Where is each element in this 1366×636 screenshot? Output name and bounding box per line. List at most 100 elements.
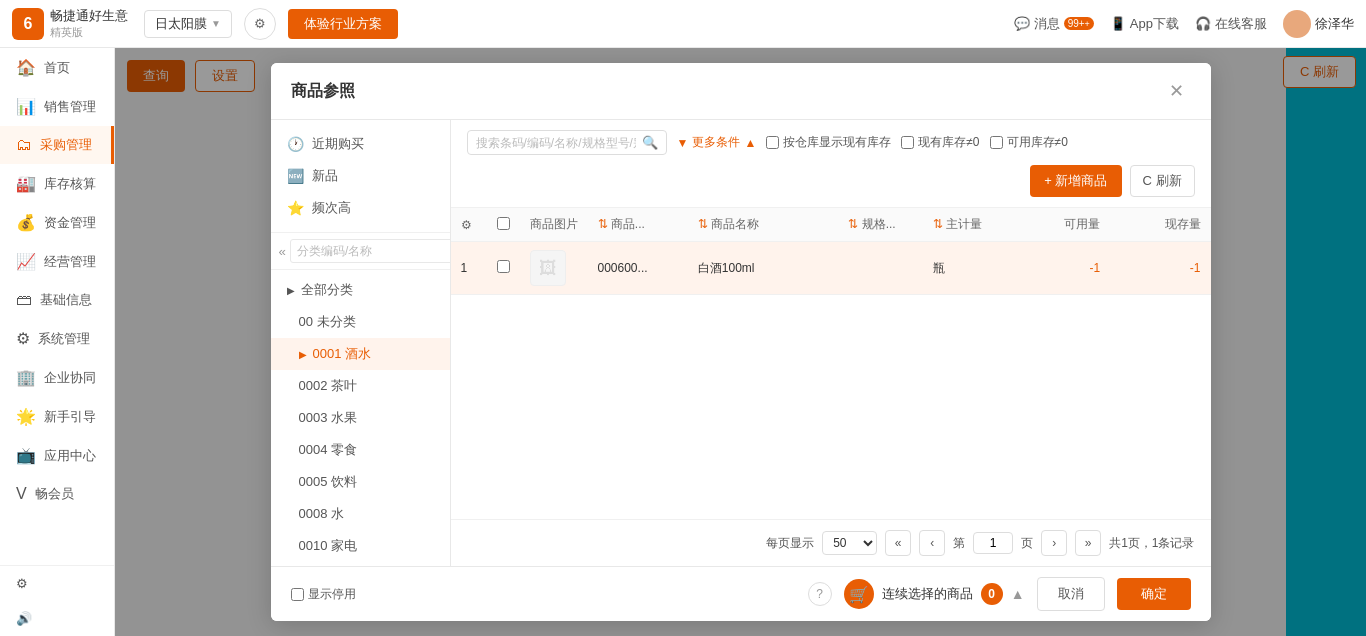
category-search-input[interactable] bbox=[297, 244, 447, 258]
col-code-sort-icon: ⇅ bbox=[598, 217, 608, 231]
page-of-label: 第 bbox=[953, 535, 965, 552]
content-area: 查询 设置 C 刷新 商品参照 ✕ bbox=[115, 48, 1366, 636]
sidebar-item-0[interactable]: 🏠首页 bbox=[0, 48, 114, 87]
frequent-item[interactable]: ⭐ 频次高 bbox=[271, 192, 450, 224]
modal-close-button[interactable]: ✕ bbox=[1163, 77, 1191, 105]
user-profile[interactable]: 徐泽华 bbox=[1283, 10, 1354, 38]
help-icon[interactable]: ? bbox=[808, 582, 832, 606]
product-table: ⚙ 商品图片 bbox=[451, 208, 1211, 295]
sidebar-label-3: 库存核算 bbox=[44, 175, 96, 193]
checkbox-warehouse[interactable] bbox=[766, 136, 779, 149]
category-item-8[interactable]: 0010 家电 bbox=[271, 530, 450, 562]
store-selector[interactable]: 日太阳膜 ▼ bbox=[144, 10, 232, 38]
sidebar-item-1[interactable]: 📊销售管理 bbox=[0, 87, 114, 126]
sidebar-icon-6: 🗃 bbox=[16, 291, 32, 309]
category-item-1[interactable]: 00 未分类 bbox=[271, 306, 450, 338]
checkbox-available[interactable] bbox=[901, 136, 914, 149]
sidebar-item-8[interactable]: 🏢企业协同 bbox=[0, 358, 114, 397]
category-item-6[interactable]: 0005 饮料 bbox=[271, 466, 450, 498]
col-name-label: 商品名称 bbox=[711, 217, 759, 231]
category-item-0[interactable]: ▶全部分类 bbox=[271, 274, 450, 306]
product-search-icon[interactable]: 🔍 bbox=[642, 135, 658, 150]
add-product-button[interactable]: + 新增商品 bbox=[1030, 165, 1121, 197]
sidebar-item-9[interactable]: 🌟新手引导 bbox=[0, 397, 114, 436]
category-item-3[interactable]: 0002 茶叶 bbox=[271, 370, 450, 402]
sidebar-item-3[interactable]: 🏭 库存核算 bbox=[0, 164, 114, 203]
checkbox-available-label[interactable]: 现有库存≠0 bbox=[901, 134, 979, 151]
new-product-item[interactable]: 🆕 新品 bbox=[271, 160, 450, 192]
sidebar-item-2[interactable]: 🗂采购管理 bbox=[0, 126, 114, 164]
star-icon: ⭐ bbox=[287, 200, 304, 216]
select-all-checkbox[interactable] bbox=[497, 217, 510, 230]
page-first-button[interactable]: « bbox=[885, 530, 911, 556]
product-table-wrapper: ⚙ 商品图片 bbox=[451, 208, 1211, 519]
row-checkbox-0[interactable] bbox=[497, 260, 510, 273]
page-next-button[interactable]: › bbox=[1041, 530, 1067, 556]
cart-icon-button[interactable]: 🛒 bbox=[844, 579, 874, 609]
page-size-label: 每页显示 bbox=[766, 535, 814, 552]
filter-more-button[interactable]: ▼ 更多条件 ▲ bbox=[677, 134, 757, 151]
sidebar-item-6[interactable]: 🗃基础信息 bbox=[0, 281, 114, 319]
category-item-4[interactable]: 0003 水果 bbox=[271, 402, 450, 434]
product-search-box: 🔍 bbox=[467, 130, 667, 155]
sidebar-icon-1: 📊 bbox=[16, 97, 36, 116]
show-disabled-text: 显示停用 bbox=[308, 586, 356, 603]
sidebar-icon-3: 🏭 bbox=[16, 174, 36, 193]
row-check-0[interactable] bbox=[487, 242, 520, 295]
category-list: ▶全部分类00 未分类▶0001 酒水0002 茶叶0003 水果 0004 零食… bbox=[271, 270, 450, 566]
show-disabled-checkbox[interactable] bbox=[291, 588, 304, 601]
checkbox-usable-label[interactable]: 可用库存≠0 bbox=[990, 134, 1068, 151]
sidebar-item-11[interactable]: V畅会员 bbox=[0, 475, 114, 513]
checkbox-usable[interactable] bbox=[990, 136, 1003, 149]
refresh-button[interactable]: C 刷新 bbox=[1130, 165, 1195, 197]
page-last-button[interactable]: » bbox=[1075, 530, 1101, 556]
new-icon: 🆕 bbox=[287, 168, 304, 184]
sidebar-item-7[interactable]: ⚙系统管理 bbox=[0, 319, 114, 358]
settings-bottom-icon[interactable]: ⚙ bbox=[0, 566, 114, 601]
page-info-text: 共1页，1条记录 bbox=[1109, 535, 1194, 552]
col-unit-label: 主计量 bbox=[946, 217, 982, 231]
settings-col-icon[interactable]: ⚙ bbox=[461, 218, 472, 232]
sidebar-item-10[interactable]: 📺应用中心 bbox=[0, 436, 114, 475]
page-label: 页 bbox=[1021, 535, 1033, 552]
cancel-button[interactable]: 取消 bbox=[1037, 577, 1105, 611]
page-number-input[interactable] bbox=[973, 532, 1013, 554]
col-spec-header[interactable]: ⇅ 规格... bbox=[838, 208, 922, 242]
app-download-button[interactable]: 📱 App下载 bbox=[1110, 15, 1179, 33]
sidebar-item-5[interactable]: 📈经营管理 bbox=[0, 242, 114, 281]
message-button[interactable]: 💬 消息 99++ bbox=[1014, 15, 1094, 33]
category-item-7[interactable]: 0008 水 bbox=[271, 498, 450, 530]
category-item-2[interactable]: ▶0001 酒水 bbox=[271, 338, 450, 370]
row-avail-0: -1 bbox=[1010, 242, 1110, 295]
page-prev-button[interactable]: ‹ bbox=[919, 530, 945, 556]
table-row[interactable]: 1 🖼 000600... 白酒100ml 瓶 -1 -1 bbox=[451, 242, 1211, 295]
show-disabled-label[interactable]: 显示停用 bbox=[291, 586, 356, 603]
sidebar-label-2: 采购管理 bbox=[40, 136, 92, 154]
category-item-5[interactable]: 0004 零食 bbox=[271, 434, 450, 466]
confirm-button[interactable]: 确定 bbox=[1117, 578, 1191, 610]
page-size-select[interactable]: 50 100 200 bbox=[822, 531, 877, 555]
service-button[interactable]: 🎧 在线客服 bbox=[1195, 15, 1267, 33]
settings-button[interactable]: ⚙ bbox=[244, 8, 276, 40]
col-name-header[interactable]: ⇅ 商品名称 bbox=[688, 208, 839, 242]
cat-label-5: 0004 零食 bbox=[299, 441, 358, 459]
volume-icon[interactable]: 🔊 bbox=[0, 601, 114, 636]
trial-button[interactable]: 体验行业方案 bbox=[288, 9, 398, 39]
top-navbar: 6 畅捷通好生意 精英版 日太阳膜 ▼ ⚙ 体验行业方案 💬 消息 99++ 📱… bbox=[0, 0, 1366, 48]
col-unit-header[interactable]: ⇅ 主计量 bbox=[923, 208, 1010, 242]
modal-overlay: 商品参照 ✕ 🕐 近期购买 🆕 bbox=[115, 48, 1366, 636]
checkbox-warehouse-text: 按仓库显示现有库存 bbox=[783, 134, 891, 151]
product-search-input[interactable] bbox=[476, 136, 636, 150]
footer-collapse-button[interactable]: ▲ bbox=[1011, 586, 1025, 602]
recent-purchase-item[interactable]: 🕐 近期购买 bbox=[271, 128, 450, 160]
col-code-header[interactable]: ⇅ 商品... bbox=[588, 208, 688, 242]
sidebar-item-4[interactable]: 💰资金管理 bbox=[0, 203, 114, 242]
checkbox-available-text: 现有库存≠0 bbox=[918, 134, 979, 151]
collapse-button[interactable]: « bbox=[279, 241, 286, 261]
col-spec-sort-icon: ⇅ bbox=[848, 217, 858, 231]
checkbox-warehouse-label[interactable]: 按仓库显示现有库存 bbox=[766, 134, 891, 151]
col-code-label: 商品... bbox=[611, 217, 645, 231]
row-stock-0: -1 bbox=[1110, 242, 1210, 295]
col-avail-label: 可用量 bbox=[1064, 217, 1100, 231]
sidebar-icon-9: 🌟 bbox=[16, 407, 36, 426]
